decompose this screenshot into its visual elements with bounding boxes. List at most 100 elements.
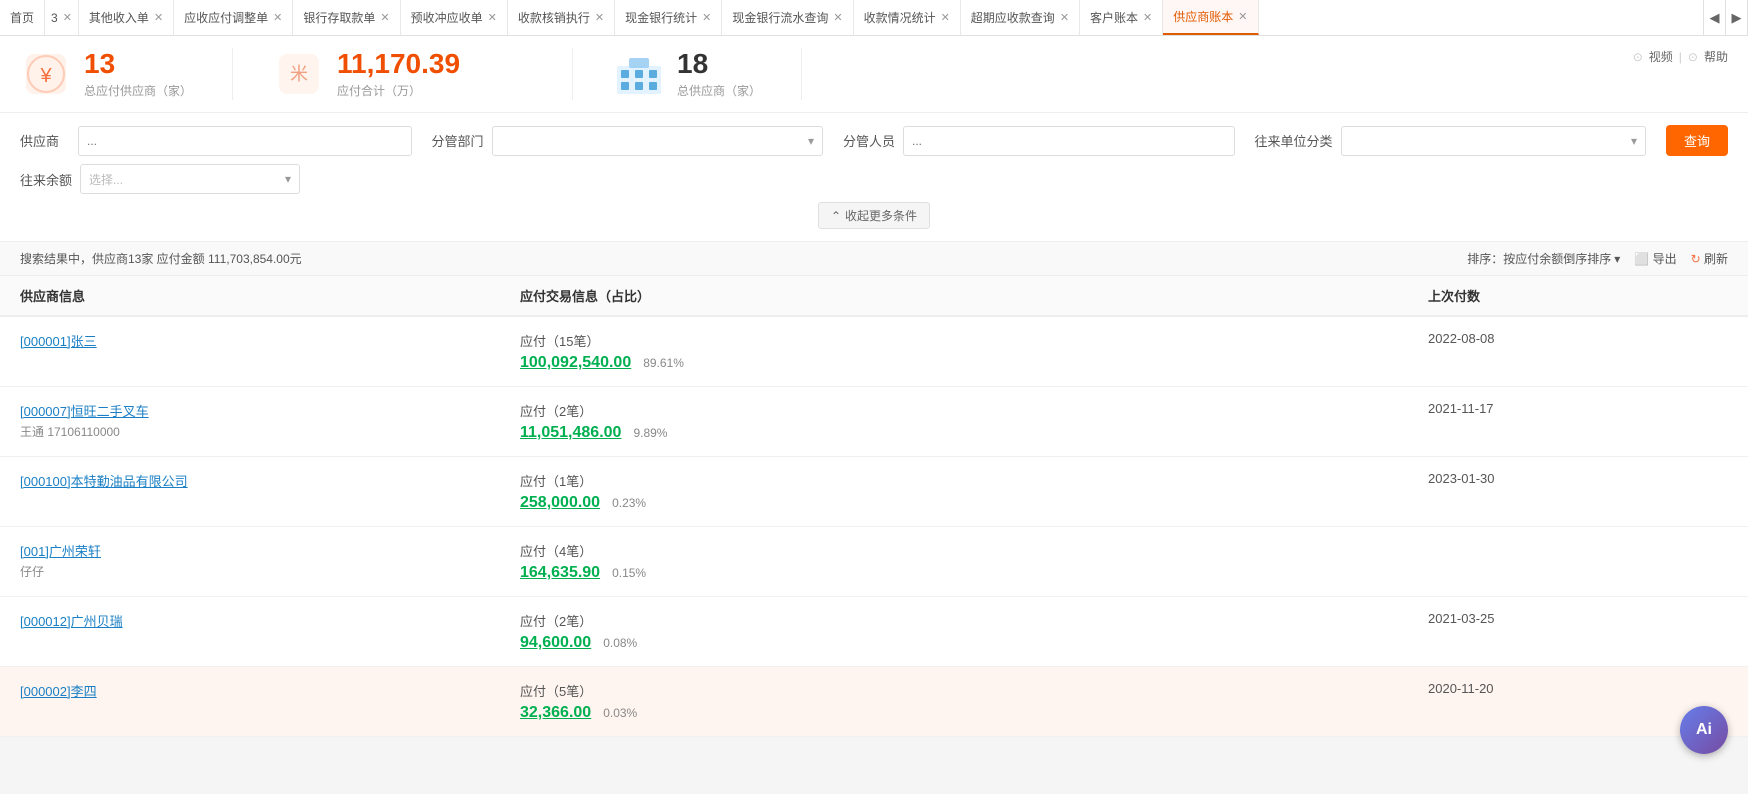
tx-pct: 89.61% xyxy=(643,356,684,370)
supplier-info-cell: [001]广州荣轩 仔仔 xyxy=(20,541,520,580)
nav-tab-ar-ap-adjust[interactable]: 应收应付调整单 ✕ xyxy=(174,0,293,35)
last-pay-date: 2023-01-30 xyxy=(1428,471,1495,486)
filter-unit-type: 往来单位分类 ▾ xyxy=(1255,126,1647,156)
nav-tab-prepay-ar[interactable]: 预收冲应收单 ✕ xyxy=(401,0,508,35)
refresh-button[interactable]: ↻ 刷新 xyxy=(1691,250,1728,267)
supplier-link[interactable]: [001]广州荣轩 xyxy=(20,541,520,560)
filter-supplier: 供应商 xyxy=(20,126,412,156)
chevron-down-icon: ▾ xyxy=(285,172,291,186)
video-link[interactable]: 视频 xyxy=(1649,48,1673,65)
close-icon[interactable]: ✕ xyxy=(63,11,72,24)
tx-pct: 0.08% xyxy=(603,636,637,650)
unit-type-label: 往来单位分类 xyxy=(1255,131,1333,150)
supplier-sub: 仔仔 xyxy=(20,563,520,580)
nav-tab-home[interactable]: 首页 xyxy=(0,0,45,35)
col-tx-info: 应付交易信息（占比） xyxy=(520,286,1428,305)
stat-ap-amount: 米 11,170.39 应付合计（万） xyxy=(273,48,573,100)
chevron-down-icon: ▾ xyxy=(1631,134,1637,148)
filter-balance: 往来余额 选择... ▾ xyxy=(20,164,300,194)
ap-amount-icon: 米 xyxy=(273,48,325,100)
close-icon[interactable]: ✕ xyxy=(488,11,497,24)
sort-select[interactable]: 排序：按应付余额倒序排序 ▾ xyxy=(1467,250,1620,267)
close-icon[interactable]: ✕ xyxy=(1238,10,1247,23)
close-icon[interactable]: ✕ xyxy=(154,11,163,24)
close-icon[interactable]: ✕ xyxy=(595,11,604,24)
last-pay-cell: 2020-11-20 xyxy=(1428,681,1728,696)
tx-pct: 0.23% xyxy=(612,496,646,510)
last-pay-date: 2022-08-08 xyxy=(1428,331,1495,346)
col-last-pay: 上次付数 xyxy=(1428,286,1728,305)
total-suppliers-label: 总供应商（家） xyxy=(677,82,761,99)
ap-amount-label: 应付合计（万） xyxy=(337,82,460,99)
nav-tab-bank-deposit[interactable]: 银行存取款单 ✕ xyxy=(293,0,400,35)
tx-amount[interactable]: 258,000.00 xyxy=(520,494,600,512)
table-row: [000100]本特勤油品有限公司 应付（1笔） 258,000.00 0.23… xyxy=(0,457,1748,527)
nav-tab-collection-exec[interactable]: 收款核销执行 ✕ xyxy=(508,0,615,35)
svg-text:米: 米 xyxy=(290,64,308,84)
supplier-label: 供应商 xyxy=(20,131,70,150)
dept-label: 分管部门 xyxy=(432,131,484,150)
svg-text:¥: ¥ xyxy=(39,65,52,87)
supplier-link[interactable]: [000012]广州贝瑞 xyxy=(20,611,520,630)
nav-tab-3[interactable]: 3 ✕ xyxy=(45,0,79,35)
total-suppliers-icon xyxy=(613,48,665,100)
nav-tab-customer-ledger[interactable]: 客户账本 ✕ xyxy=(1080,0,1163,35)
nav-scroll-right[interactable]: ▶ xyxy=(1726,0,1748,36)
table-row: [000007]恒旺二手叉车 王通 17106110000 应付（2笔） 11,… xyxy=(0,387,1748,457)
dept-select[interactable]: ▾ xyxy=(492,126,823,156)
tx-amount[interactable]: 100,092,540.00 xyxy=(520,354,631,372)
stat-ap-suppliers: ¥ 13 总应付供应商（家） xyxy=(20,48,233,100)
stat-total-suppliers: 18 总供应商（家） xyxy=(613,48,802,100)
tx-amount[interactable]: 164,635.90 xyxy=(520,564,600,582)
close-icon[interactable]: ✕ xyxy=(941,11,950,24)
unit-type-select[interactable]: ▾ xyxy=(1341,126,1646,156)
tx-pct: 0.03% xyxy=(603,706,637,720)
close-icon[interactable]: ✕ xyxy=(1143,11,1152,24)
nav-tab-overdue-ar[interactable]: 超期应收款查询 ✕ xyxy=(961,0,1080,35)
nav-tab-cash-bank-stat[interactable]: 现金银行统计 ✕ xyxy=(615,0,722,35)
help-link[interactable]: 帮助 xyxy=(1704,48,1728,65)
stats-bar: ¥ 13 总应付供应商（家） 米 11,170.39 应付合计（万） xyxy=(0,36,1748,113)
ap-suppliers-label: 总应付供应商（家） xyxy=(84,82,192,99)
supplier-link[interactable]: [000001]张三 xyxy=(20,331,520,350)
export-button[interactable]: ⬜ 导出 xyxy=(1634,250,1676,267)
close-icon[interactable]: ✕ xyxy=(273,11,282,24)
supplier-info-cell: [000001]张三 xyxy=(20,331,520,353)
table-row: [001]广州荣轩 仔仔 应付（4笔） 164,635.90 0.15% xyxy=(0,527,1748,597)
col-supplier-info: 供应商信息 xyxy=(20,286,520,305)
nav-tab-collection-stat[interactable]: 收款情况统计 ✕ xyxy=(854,0,961,35)
ap-suppliers-number: 13 xyxy=(84,49,192,80)
nav-tab-other-income[interactable]: 其他收入单 ✕ xyxy=(79,0,174,35)
tx-info-cell: 应付（5笔） 32,366.00 0.03% xyxy=(520,681,1428,722)
sort-label: 排序：按应付余额倒序排序 xyxy=(1467,250,1611,267)
supplier-link[interactable]: [000007]恒旺二手叉车 xyxy=(20,401,520,420)
tx-label: 应付（2笔） xyxy=(520,611,1428,630)
nav-tab-cash-bank-flow[interactable]: 现金银行流水查询 ✕ xyxy=(722,0,853,35)
tx-info-cell: 应付（2笔） 94,600.00 0.08% xyxy=(520,611,1428,652)
close-icon[interactable]: ✕ xyxy=(833,11,842,24)
supplier-link[interactable]: [000002]李四 xyxy=(20,681,520,700)
tx-label: 应付（1笔） xyxy=(520,471,1428,490)
close-icon[interactable]: ✕ xyxy=(702,11,711,24)
search-button[interactable]: 查询 xyxy=(1666,125,1728,156)
tx-amount[interactable]: 32,366.00 xyxy=(520,704,591,722)
balance-select[interactable]: 选择... ▾ xyxy=(80,164,300,194)
tx-amount[interactable]: 94,600.00 xyxy=(520,634,591,652)
manager-input[interactable] xyxy=(903,126,1234,156)
nav-tab-supplier-ledger[interactable]: 供应商账本 ✕ xyxy=(1163,0,1258,35)
nav-scroll-left[interactable]: ◀ xyxy=(1704,0,1726,36)
tx-amount[interactable]: 11,051,486.00 xyxy=(520,424,621,442)
close-icon[interactable]: ✕ xyxy=(1060,11,1069,24)
filter-area: 供应商 分管部门 ▾ 分管人员 往来单位分类 ▾ 查询 xyxy=(0,113,1748,242)
table-header: 供应商信息 应付交易信息（占比） 上次付数 xyxy=(0,276,1748,317)
ai-assistant-button[interactable]: Ai xyxy=(1680,706,1728,754)
top-links: ⊙ 视频 | ⊙ 帮助 xyxy=(1633,48,1728,65)
collapse-row: ⌃ 收起更多条件 xyxy=(20,202,1728,229)
supplier-input[interactable] xyxy=(78,126,412,156)
collapse-button[interactable]: ⌃ 收起更多条件 xyxy=(818,202,930,229)
supplier-link[interactable]: [000100]本特勤油品有限公司 xyxy=(20,471,520,490)
last-pay-date: 2021-03-25 xyxy=(1428,611,1495,626)
tx-info-cell: 应付（15笔） 100,092,540.00 89.61% xyxy=(520,331,1428,372)
supplier-table: 供应商信息 应付交易信息（占比） 上次付数 [000001]张三 应付（15笔）… xyxy=(0,276,1748,737)
close-icon[interactable]: ✕ xyxy=(380,11,389,24)
